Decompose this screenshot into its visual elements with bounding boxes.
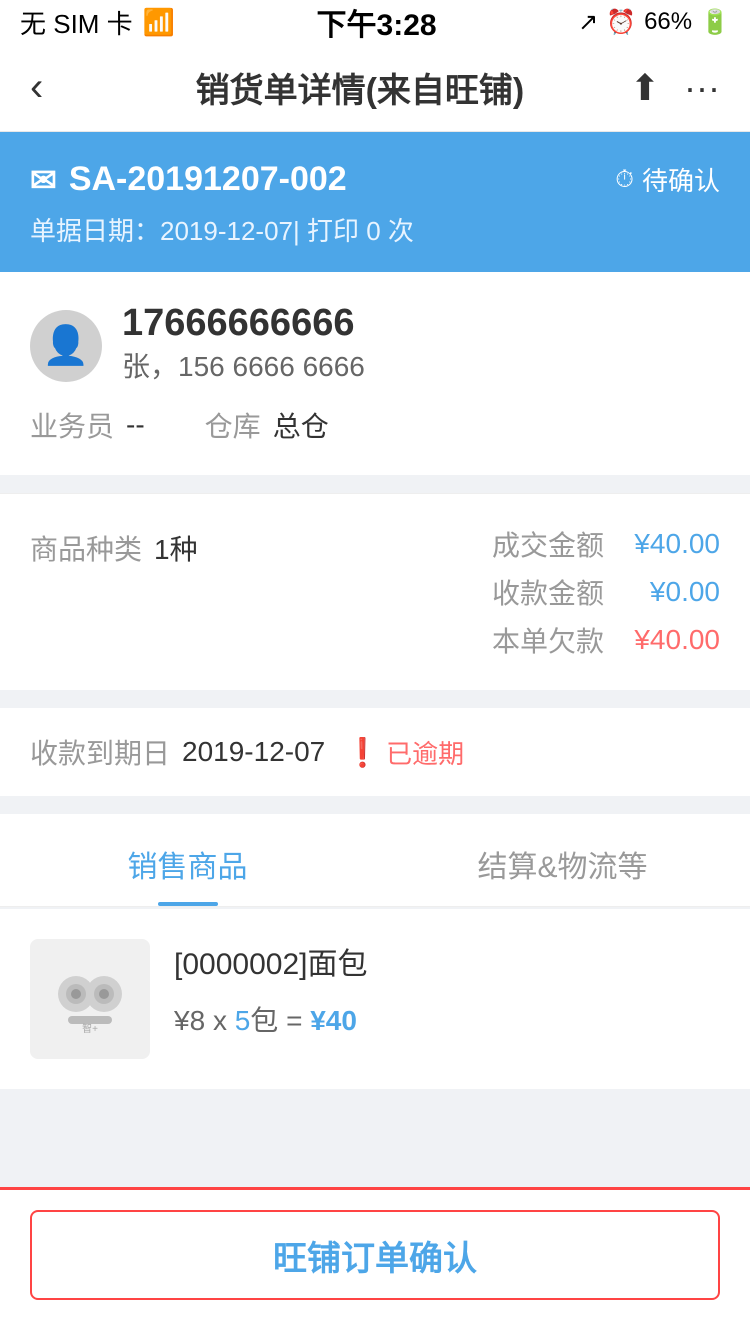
product-thumb-svg: 智+ — [50, 964, 130, 1034]
warehouse-value: 总仓 — [273, 405, 329, 445]
customer-row: 👤 17666666666 张，156 6666 6666 — [30, 302, 720, 389]
customer-section: 👤 17666666666 张，156 6666 6666 业务员 -- 仓库 … — [0, 272, 750, 475]
order-date: 2019-12-07 — [160, 216, 293, 246]
wifi-icon: 📶 — [143, 7, 175, 38]
nav-actions: ⬆ ··· — [630, 67, 720, 109]
status-left: 无 SIM 卡 📶 — [20, 4, 175, 41]
status-clock-icon: ⏱ — [615, 166, 634, 194]
deal-value: ¥40.00 — [620, 528, 720, 560]
bottom-bar: 旺铺订单确认 — [0, 1187, 750, 1334]
debt-amount: 本单欠款 ¥40.00 — [492, 620, 720, 660]
nav-bar: ‹ 销货单详情(来自旺铺) ⬆ ··· — [0, 44, 750, 132]
amounts-row: 商品种类 1种 成交金额 ¥40.00 收款金额 ¥0.00 本单欠款 ¥40.… — [30, 524, 720, 660]
product-info: [0000002]面包 ¥8 x 5包 = ¥40 — [174, 939, 720, 1039]
product-title: 面包 — [307, 948, 367, 981]
separator-3 — [0, 798, 750, 814]
print-info: | 打印 0 次 — [293, 216, 414, 246]
separator-1 — [0, 477, 750, 493]
order-id: ✉ SA-20191207-002 — [30, 160, 347, 199]
avatar: 👤 — [30, 310, 102, 382]
tab-sales[interactable]: 销售商品 — [0, 814, 375, 906]
types-label: 商品种类 — [30, 528, 142, 568]
customer-details: 17666666666 张，156 6666 6666 — [122, 302, 365, 389]
product-price: ¥8 x 5包 = ¥40 — [174, 999, 720, 1039]
unit: 包 — [250, 1005, 278, 1036]
order-id-text: SA-20191207-002 — [69, 160, 347, 199]
warehouse-info: 仓库 总仓 — [205, 405, 329, 445]
tab-settlement-label: 结算&物流等 — [477, 851, 647, 884]
status-text: 待确认 — [642, 161, 720, 198]
order-id-row: ✉ SA-20191207-002 ⏱ 待确认 — [30, 160, 720, 199]
overdue-text: 已逾期 — [386, 734, 464, 771]
order-date-row: 单据日期：2019-12-07| 打印 0 次 — [30, 211, 720, 248]
total-price: ¥40 — [310, 1005, 357, 1036]
battery-icon: 🔋 — [700, 8, 730, 37]
product-thumb-inner: 智+ — [30, 939, 150, 1059]
clock-icon: ⏰ — [606, 8, 636, 37]
quantity: 5 — [235, 1005, 251, 1036]
back-button[interactable]: ‹ — [30, 65, 90, 110]
separator-2 — [0, 692, 750, 708]
product-section: 智+ [0000002]面包 ¥8 x 5包 = ¥40 — [0, 909, 750, 1089]
nav-icon: ↗ — [578, 8, 598, 37]
order-header: ✉ SA-20191207-002 ⏱ 待确认 单据日期：2019-12-07|… — [0, 132, 750, 272]
sales-label: 业务员 — [30, 405, 114, 445]
customer-name: 张，156 6666 6666 — [122, 345, 365, 385]
debt-label: 本单欠款 — [492, 620, 604, 660]
svg-text:智+: 智+ — [82, 1022, 98, 1034]
multiply-sign: x — [213, 1005, 235, 1036]
due-section: 收款到期日 2019-12-07 ❗ 已逾期 — [0, 708, 750, 796]
sales-info: 业务员 -- — [30, 405, 145, 445]
deal-amount: 成交金额 ¥40.00 — [492, 524, 720, 564]
debt-value: ¥40.00 — [620, 624, 720, 656]
product-code: [0000002] — [174, 948, 307, 981]
equals-sign: = — [286, 1005, 310, 1036]
page-title: 销货单详情(来自旺铺) — [90, 63, 630, 112]
product-name: [0000002]面包 — [174, 939, 720, 983]
received-value: ¥0.00 — [620, 576, 720, 608]
share-button[interactable]: ⬆ — [630, 67, 660, 109]
status-right: ↗ ⏰ 66% 🔋 — [578, 8, 730, 37]
received-amount: 收款金额 ¥0.00 — [492, 572, 720, 612]
status-bar: 无 SIM 卡 📶 下午3:28 ↗ ⏰ 66% 🔋 — [0, 0, 750, 44]
unit-price: ¥8 — [174, 1005, 205, 1036]
sales-value: -- — [126, 409, 145, 441]
overdue-badge: ❗ 已逾期 — [345, 734, 464, 771]
status-badge: ⏱ 待确认 — [615, 161, 720, 198]
customer-phone: 17666666666 — [122, 302, 365, 345]
product-item: 智+ [0000002]面包 ¥8 x 5包 = ¥40 — [30, 939, 720, 1059]
status-time: 下午3:28 — [317, 0, 437, 44]
received-label: 收款金额 — [492, 572, 604, 612]
order-icon: ✉ — [30, 161, 57, 199]
deal-label: 成交金额 — [492, 524, 604, 564]
amounts-section: 商品种类 1种 成交金额 ¥40.00 收款金额 ¥0.00 本单欠款 ¥40.… — [0, 493, 750, 690]
avatar-icon: 👤 — [42, 324, 89, 368]
date-label: 单据日期： — [30, 216, 160, 246]
overdue-icon: ❗ — [345, 736, 380, 769]
info-row: 业务员 -- 仓库 总仓 — [30, 405, 720, 445]
more-button[interactable]: ··· — [684, 67, 720, 109]
types-value: 1种 — [154, 528, 198, 568]
sim-label: 无 SIM 卡 — [20, 4, 133, 41]
tab-settlement[interactable]: 结算&物流等 — [375, 814, 750, 906]
amounts-right: 成交金额 ¥40.00 收款金额 ¥0.00 本单欠款 ¥40.00 — [492, 524, 720, 660]
confirm-order-button[interactable]: 旺铺订单确认 — [30, 1210, 720, 1300]
product-thumbnail: 智+ — [30, 939, 150, 1059]
tabs-section: 销售商品 结算&物流等 — [0, 814, 750, 907]
battery-label: 66% — [644, 8, 692, 36]
due-label: 收款到期日 — [30, 732, 170, 772]
product-types: 商品种类 1种 — [30, 524, 198, 568]
due-date: 2019-12-07 — [182, 736, 325, 768]
tab-sales-label: 销售商品 — [128, 851, 248, 884]
warehouse-label: 仓库 — [205, 405, 261, 445]
